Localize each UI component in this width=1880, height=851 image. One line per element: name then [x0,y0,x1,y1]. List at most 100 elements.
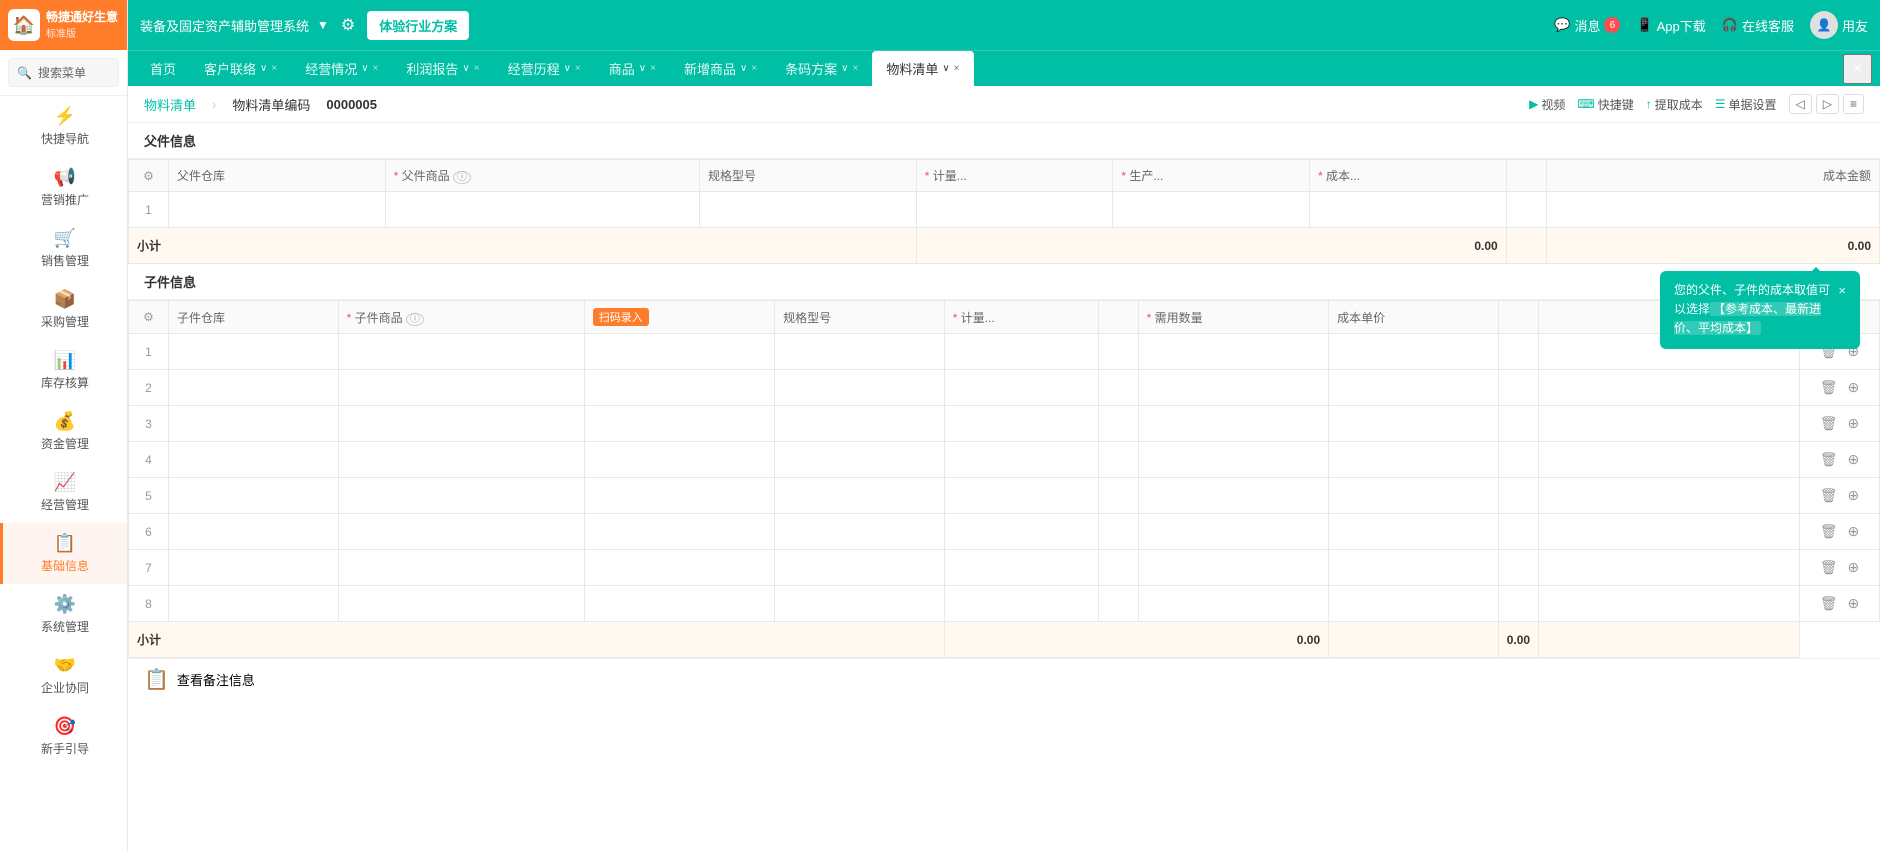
parent-cost-cell[interactable] [1310,192,1507,228]
copy-row-button[interactable]: ⊕ [1846,593,1862,614]
tab-close-icon[interactable]: × [575,63,581,74]
delete-row-button[interactable]: 🗑 [1818,449,1840,470]
child-warehouse-cell[interactable] [169,586,339,622]
child-unit-cell[interactable] [944,442,1098,478]
child-unit-cost-cell[interactable] [1329,334,1499,370]
app-download-action[interactable]: 📱 App下载 [1636,16,1705,35]
child-product-cell[interactable] [338,514,584,550]
user-action[interactable]: 👤 用友 [1810,11,1868,39]
delete-row-button[interactable]: 🗑 [1818,377,1840,398]
sidebar-item-guide[interactable]: 🎯 新手引导 [0,706,127,767]
child-qty-cell[interactable] [1138,514,1328,550]
parent-unit-cell[interactable] [916,192,1113,228]
search-menu-button[interactable]: 🔍 搜索菜单 [8,58,119,87]
child-spec-cell[interactable] [775,334,945,370]
child-spec-cell[interactable] [775,586,945,622]
child-scan-cell[interactable] [584,514,774,550]
tab-barcode[interactable]: 条码方案 ∨ × [771,51,872,86]
child-unit-cost-cell[interactable] [1329,478,1499,514]
tooltip-close-button[interactable]: × [1838,281,1846,302]
child-unit-cell[interactable] [944,370,1098,406]
experience-button[interactable]: 体验行业方案 [367,11,469,40]
child-spec-cell[interactable] [775,370,945,406]
copy-row-button[interactable]: ⊕ [1846,521,1862,542]
child-warehouse-cell[interactable] [169,334,339,370]
sidebar-item-quick-nav[interactable]: ⚡ 快捷导航 [0,96,127,157]
single-setting-action[interactable]: ☰ 单据设置 [1715,96,1777,113]
tab-close-icon[interactable]: × [650,63,656,74]
child-product-cell[interactable] [338,334,584,370]
child-spec-cell[interactable] [775,406,945,442]
parent-spec-cell[interactable] [700,192,917,228]
tab-product[interactable]: 商品 ∨ × [595,51,670,86]
tab-close-icon[interactable]: × [271,63,277,74]
child-spec-cell[interactable] [775,442,945,478]
child-product-cell[interactable] [338,370,584,406]
delete-row-button[interactable]: 🗑 [1818,485,1840,506]
parent-product-cell[interactable] [385,192,699,228]
sidebar-item-sales[interactable]: 🛒 销售管理 [0,218,127,279]
tab-close-icon[interactable]: × [852,63,858,74]
layout-button[interactable]: ≡ [1843,94,1864,114]
child-unit-cost-cell[interactable] [1329,442,1499,478]
child-scan-cell[interactable] [584,370,774,406]
child-unit-cost-cell[interactable] [1329,406,1499,442]
tab-close-icon[interactable]: × [373,63,379,74]
sidebar-item-operation[interactable]: 📈 经营管理 [0,462,127,523]
child-product-cell[interactable] [338,406,584,442]
sidebar-search-area[interactable]: 🔍 搜索菜单 [0,50,127,96]
child-qty-cell[interactable] [1138,334,1328,370]
sidebar-item-system[interactable]: ⚙️ 系统管理 [0,584,127,645]
sidebar-item-marketing[interactable]: 📢 营销推广 [0,157,127,218]
child-scan-cell[interactable] [584,334,774,370]
breadcrumb-parent[interactable]: 物料清单 [144,95,196,114]
extract-cost-action[interactable]: ↑ 提取成本 [1646,96,1703,113]
prev-button[interactable]: ◁ [1789,94,1812,114]
child-warehouse-cell[interactable] [169,442,339,478]
online-service-action[interactable]: 🎧 在线客服 [1722,16,1794,35]
parent-col-settings[interactable]: ⚙ [129,160,169,192]
child-scan-cell[interactable] [584,442,774,478]
message-action[interactable]: 💬 消息 6 [1554,16,1620,35]
child-qty-cell[interactable] [1138,442,1328,478]
child-unit-cell[interactable] [944,586,1098,622]
sidebar-item-enterprise[interactable]: 🤝 企业协同 [0,645,127,706]
parent-warehouse-cell[interactable] [169,192,386,228]
child-spec-cell[interactable] [775,550,945,586]
copy-row-button[interactable]: ⊕ [1846,485,1862,506]
tab-close-icon[interactable]: × [954,63,960,74]
child-warehouse-cell[interactable] [169,550,339,586]
child-unit-cost-cell[interactable] [1329,550,1499,586]
copy-row-button[interactable]: ⊕ [1846,377,1862,398]
child-unit-cost-cell[interactable] [1329,514,1499,550]
scan-badge[interactable]: 扫码录入 [593,308,649,326]
child-qty-cell[interactable] [1138,550,1328,586]
child-spec-cell[interactable] [775,478,945,514]
sidebar-item-inventory[interactable]: 📊 库存核算 [0,340,127,401]
video-action[interactable]: ▶ 视频 [1529,96,1565,113]
delete-row-button[interactable]: 🗑 [1818,557,1840,578]
tab-bom[interactable]: 物料清单 ∨ × [872,51,973,86]
child-unit-cell[interactable] [944,334,1098,370]
sidebar-item-purchase[interactable]: 📦 采购管理 [0,279,127,340]
child-spec-cell[interactable] [775,514,945,550]
child-product-cell[interactable] [338,586,584,622]
tab-profit[interactable]: 利润报告 ∨ × [392,51,493,86]
child-unit-cell[interactable] [944,478,1098,514]
note-icon[interactable]: 📋 [144,667,169,692]
child-qty-cell[interactable] [1138,478,1328,514]
copy-row-button[interactable]: ⊕ [1846,449,1862,470]
child-warehouse-cell[interactable] [169,514,339,550]
child-scan-cell[interactable] [584,550,774,586]
child-product-cell[interactable] [338,550,584,586]
child-col-settings[interactable]: ⚙ [129,301,169,334]
child-scan-cell[interactable] [584,586,774,622]
close-all-tabs-button[interactable]: × [1843,54,1872,84]
child-col-scan[interactable]: 扫码录入 [584,301,774,334]
tab-close-icon[interactable]: × [474,63,480,74]
child-product-cell[interactable] [338,478,584,514]
child-unit-cell[interactable] [944,406,1098,442]
child-qty-cell[interactable] [1138,586,1328,622]
child-warehouse-cell[interactable] [169,478,339,514]
delete-row-button[interactable]: 🗑 [1818,521,1840,542]
